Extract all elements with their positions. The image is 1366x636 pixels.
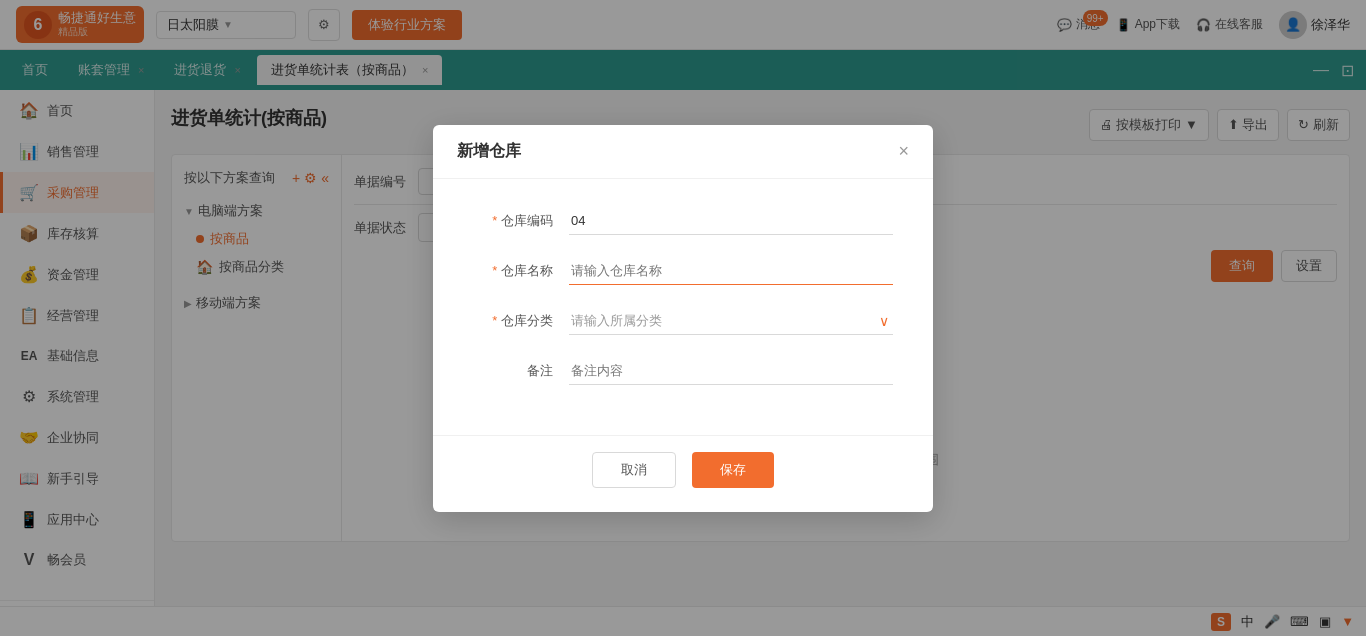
modal-close-button[interactable]: × xyxy=(898,142,909,160)
new-warehouse-modal: 新增仓库 × 仓库编码 仓库名称 仓库分类 请输入所属分类 ∨ xyxy=(433,125,933,512)
modal-title: 新增仓库 xyxy=(457,141,521,162)
form-row-category: 仓库分类 请输入所属分类 ∨ xyxy=(473,307,893,335)
category-select[interactable]: 请输入所属分类 xyxy=(569,307,893,335)
form-row-name: 仓库名称 xyxy=(473,257,893,285)
note-label: 备注 xyxy=(473,362,553,380)
name-label: 仓库名称 xyxy=(473,262,553,280)
modal-footer: 取消 保存 xyxy=(433,435,933,512)
code-label: 仓库编码 xyxy=(473,212,553,230)
code-input[interactable] xyxy=(569,207,893,235)
name-input[interactable] xyxy=(569,257,893,285)
form-row-code: 仓库编码 xyxy=(473,207,893,235)
modal-header: 新增仓库 × xyxy=(433,125,933,179)
modal-body: 仓库编码 仓库名称 仓库分类 请输入所属分类 ∨ 备注 xyxy=(433,179,933,435)
cancel-button[interactable]: 取消 xyxy=(592,452,676,488)
save-button[interactable]: 保存 xyxy=(692,452,774,488)
form-row-note: 备注 xyxy=(473,357,893,385)
note-input[interactable] xyxy=(569,357,893,385)
modal-overlay: 新增仓库 × 仓库编码 仓库名称 仓库分类 请输入所属分类 ∨ xyxy=(0,0,1366,636)
category-select-wrapper: 请输入所属分类 ∨ xyxy=(569,307,893,335)
category-label: 仓库分类 xyxy=(473,312,553,330)
